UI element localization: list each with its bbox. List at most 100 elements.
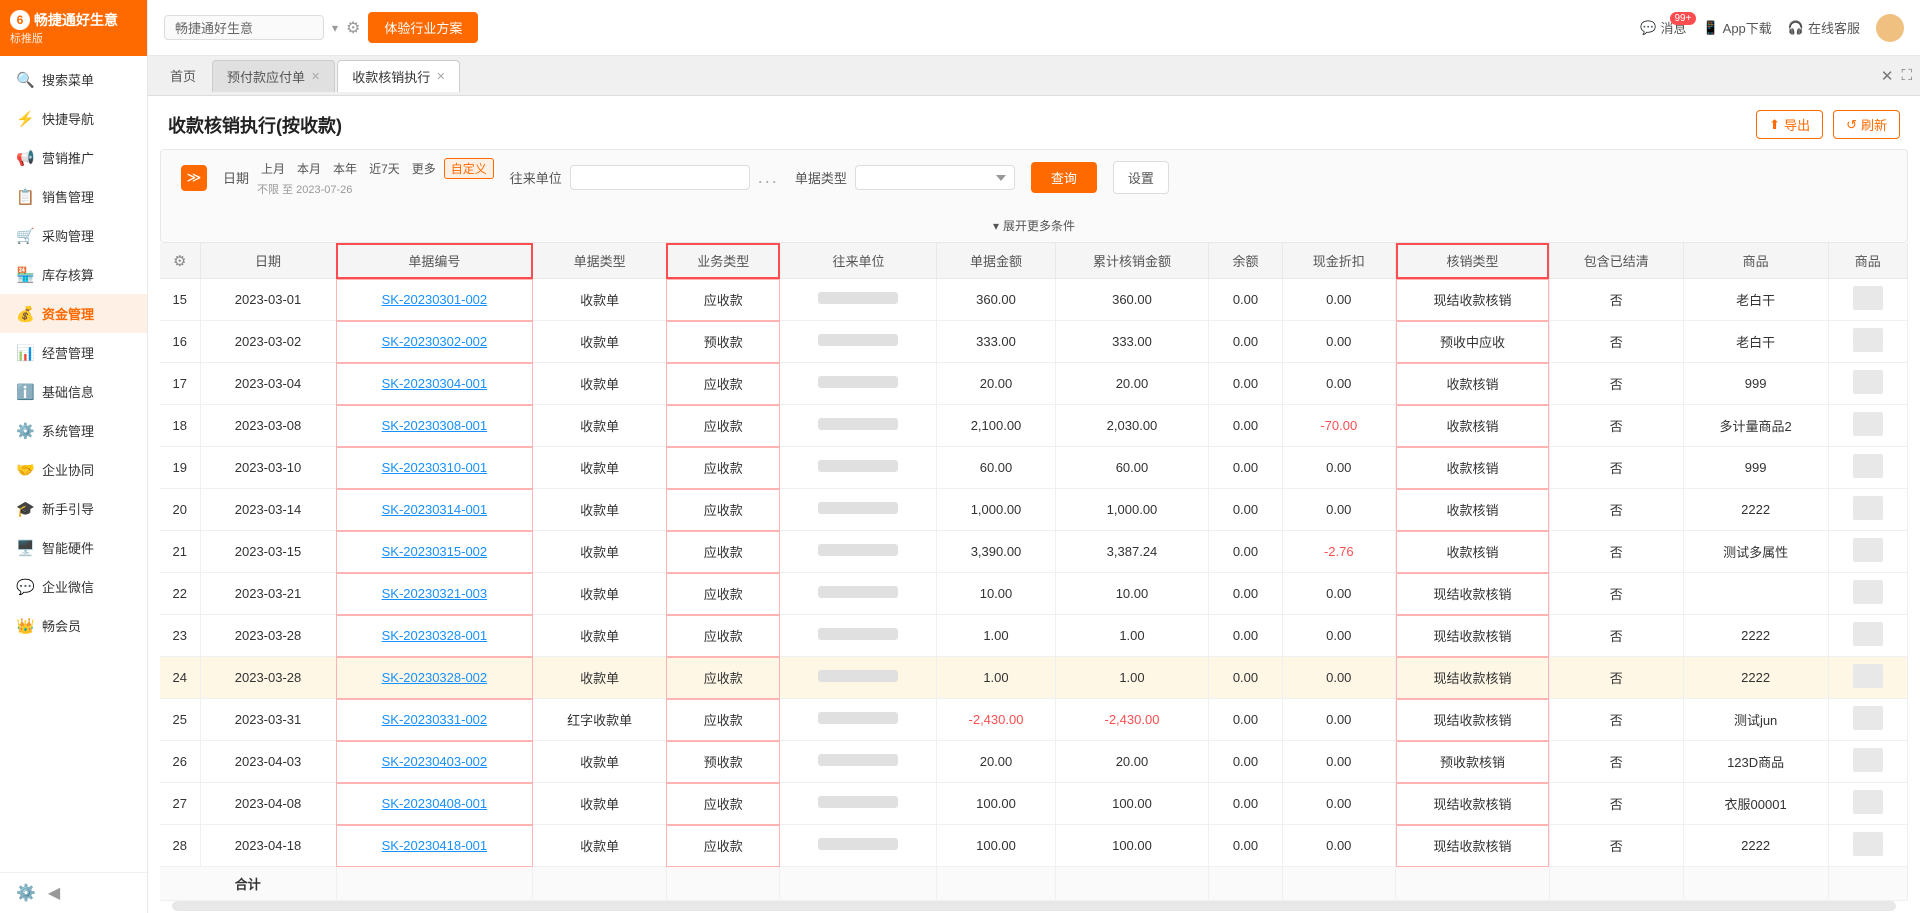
sidebar-item-销售管理[interactable]: 📋销售管理 <box>0 177 147 216</box>
row-no: 25 <box>160 699 200 741</box>
table-row: 15 2023-03-01 SK-20230301-002 收款单 应收款 36… <box>160 279 1908 321</box>
row-goods: 2222 <box>1683 825 1828 867</box>
table-row: 20 2023-03-14 SK-20230314-001 收款单 应收款 1,… <box>160 489 1908 531</box>
settings-footer-icon[interactable]: ⚙️ <box>16 883 36 903</box>
refresh-button[interactable]: ↺ 刷新 <box>1833 110 1900 139</box>
row-docno[interactable]: SK-20230328-001 <box>336 615 533 657</box>
row-no: 19 <box>160 447 200 489</box>
row-docno[interactable]: SK-20230315-002 <box>336 531 533 573</box>
topbar-gear-icon[interactable]: ⚙ <box>346 18 360 38</box>
sidebar-item-营销推广[interactable]: 📢营销推广 <box>0 138 147 177</box>
col-biztype: 业务类型 <box>666 243 780 279</box>
row-biztype: 应收款 <box>666 489 780 531</box>
export-button[interactable]: ⬆ 导出 <box>1756 110 1823 139</box>
row-docno[interactable]: SK-20230301-002 <box>336 279 533 321</box>
doctype-filter-select[interactable] <box>855 165 1015 190</box>
column-settings-btn[interactable]: ⚙ <box>173 252 186 270</box>
sidebar-item-资金管理[interactable]: 💰资金管理 <box>0 294 147 333</box>
row-docno[interactable]: SK-20230408-001 <box>336 783 533 825</box>
row-goods2 <box>1828 447 1907 489</box>
dropdown-chevron-icon[interactable]: ▾ <box>332 21 338 35</box>
sidebar-item-icon: 🎓 <box>16 500 34 518</box>
sidebar-item-label: 采购管理 <box>42 226 94 245</box>
filter-toggle-button[interactable]: ≫ <box>181 165 207 191</box>
tab-home[interactable]: 首页 <box>156 60 210 91</box>
footer-canceltype <box>1396 867 1550 901</box>
expand-more-btn[interactable]: ▾ 展开更多条件 <box>993 217 1075 234</box>
tab-prepay[interactable]: 预付款应付单 ✕ <box>212 60 335 92</box>
industry-button[interactable]: 体验行业方案 <box>368 12 478 43</box>
row-no: 16 <box>160 321 200 363</box>
sidebar-item-基础信息[interactable]: ℹ️基础信息 <box>0 372 147 411</box>
table-row: 28 2023-04-18 SK-20230418-001 收款单 应收款 10… <box>160 825 1908 867</box>
last-7days-btn[interactable]: 近7天 <box>365 158 404 179</box>
row-docno[interactable]: SK-20230331-002 <box>336 699 533 741</box>
expand-tab-icon[interactable]: ⛶ <box>1901 67 1912 84</box>
partner-filter-input[interactable] <box>570 165 750 190</box>
row-cleared: 否 <box>1549 615 1683 657</box>
row-amount: 60.00 <box>937 447 1055 489</box>
row-discount: 0.00 <box>1282 573 1396 615</box>
footer-goods2 <box>1828 867 1907 901</box>
row-docno[interactable]: SK-20230418-001 <box>336 825 533 867</box>
row-docno[interactable]: SK-20230310-001 <box>336 447 533 489</box>
partner-dots-icon[interactable]: ... <box>758 167 779 188</box>
row-partner <box>780 363 937 405</box>
message-button[interactable]: 💬 消息 99+ <box>1640 18 1686 37</box>
online-service-button[interactable]: 🎧 在线客服 <box>1788 18 1860 37</box>
sidebar-item-搜索菜单[interactable]: 🔍搜索菜单 <box>0 60 147 99</box>
row-accum: 333.00 <box>1055 321 1209 363</box>
query-button[interactable]: 查询 <box>1031 162 1097 193</box>
horizontal-scrollbar[interactable] <box>172 901 1896 911</box>
custom-date-btn[interactable]: 自定义 <box>444 158 494 179</box>
footer-balance <box>1209 867 1282 901</box>
row-goods: 老白干 <box>1683 279 1828 321</box>
filter-setting-button[interactable]: 设置 <box>1113 161 1169 194</box>
last-month-btn[interactable]: 上月 <box>257 158 289 179</box>
more-date-btn[interactable]: 更多 <box>408 158 440 179</box>
row-docno[interactable]: SK-20230403-002 <box>336 741 533 783</box>
sidebar-item-系统管理[interactable]: ⚙️系统管理 <box>0 411 147 450</box>
this-year-btn[interactable]: 本年 <box>329 158 361 179</box>
sidebar-item-采购管理[interactable]: 🛒采购管理 <box>0 216 147 255</box>
sidebar-item-label: 经营管理 <box>42 343 94 362</box>
row-doctype: 收款单 <box>533 489 667 531</box>
row-canceltype: 收款核销 <box>1396 489 1550 531</box>
sidebar-item-企业协同[interactable]: 🤝企业协同 <box>0 450 147 489</box>
row-docno[interactable]: SK-20230308-001 <box>336 405 533 447</box>
prepay-tab-close-icon[interactable]: ✕ <box>311 70 320 83</box>
user-avatar[interactable] <box>1876 14 1904 42</box>
row-docno[interactable]: SK-20230302-002 <box>336 321 533 363</box>
tab-collection[interactable]: 收款核销执行 ✕ <box>337 60 460 92</box>
this-month-btn[interactable]: 本月 <box>293 158 325 179</box>
sidebar-item-企业微信[interactable]: 💬企业微信 <box>0 567 147 606</box>
sidebar-item-经营管理[interactable]: 📊经营管理 <box>0 333 147 372</box>
app-download-button[interactable]: 📱 App下载 <box>1702 18 1771 37</box>
row-biztype: 应收款 <box>666 573 780 615</box>
row-goods: 2222 <box>1683 657 1828 699</box>
collection-tab-close-icon[interactable]: ✕ <box>436 70 445 83</box>
sidebar-item-畅会员[interactable]: 👑畅会员 <box>0 606 147 645</box>
sidebar-item-库存核算[interactable]: 🏪库存核算 <box>0 255 147 294</box>
sidebar-item-智能硬件[interactable]: 🖥️智能硬件 <box>0 528 147 567</box>
row-biztype: 应收款 <box>666 783 780 825</box>
row-doctype: 收款单 <box>533 825 667 867</box>
row-docno[interactable]: SK-20230321-003 <box>336 573 533 615</box>
sidebar-item-新手引导[interactable]: 🎓新手引导 <box>0 489 147 528</box>
row-docno[interactable]: SK-20230304-001 <box>336 363 533 405</box>
row-doctype: 红字收款单 <box>533 699 667 741</box>
row-docno[interactable]: SK-20230328-002 <box>336 657 533 699</box>
row-docno[interactable]: SK-20230314-001 <box>336 489 533 531</box>
footer-accum <box>1055 867 1209 901</box>
row-date: 2023-03-14 <box>200 489 336 531</box>
row-discount: 0.00 <box>1282 447 1396 489</box>
close-tab-icon[interactable]: ✕ <box>1881 67 1894 85</box>
row-partner <box>780 741 937 783</box>
row-no: 28 <box>160 825 200 867</box>
row-goods2 <box>1828 363 1907 405</box>
sidebar-item-快捷导航[interactable]: ⚡快捷导航 <box>0 99 147 138</box>
row-amount: 333.00 <box>937 321 1055 363</box>
collapse-icon[interactable]: ◀ <box>48 883 60 903</box>
brand-input[interactable] <box>164 15 324 40</box>
row-goods: 123D商品 <box>1683 741 1828 783</box>
